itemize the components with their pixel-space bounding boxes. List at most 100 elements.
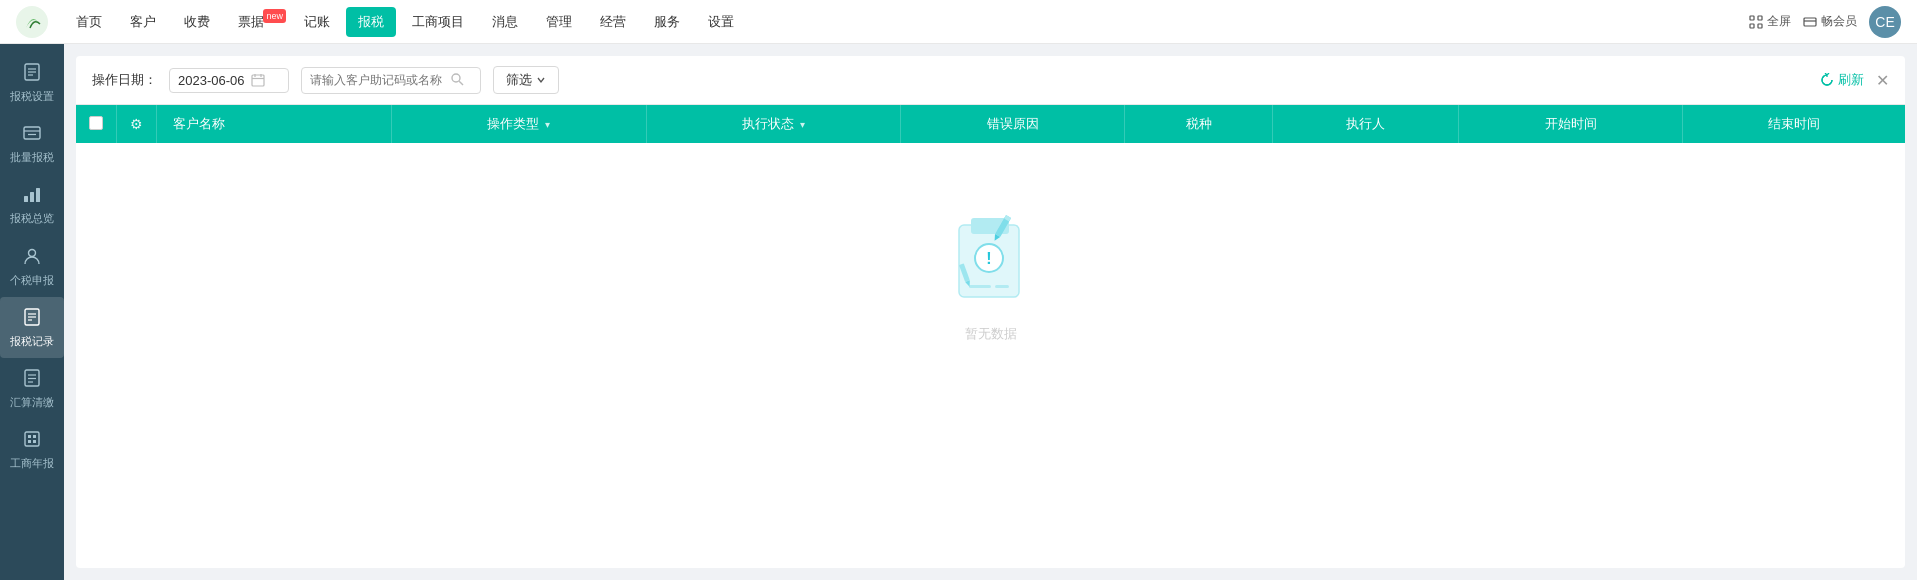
sidebar-item-annual-clear[interactable]: 汇算清缴 (0, 358, 64, 419)
th-client-name: 客户名称 (156, 105, 391, 143)
sidebar-item-personal-tax[interactable]: 个税申报 (0, 236, 64, 297)
nav-home[interactable]: 首页 (64, 7, 114, 37)
nav-settings[interactable]: 设置 (696, 7, 746, 37)
th-executor: 执行人 (1273, 105, 1459, 143)
svg-rect-11 (24, 127, 40, 139)
search-input[interactable] (310, 73, 450, 87)
chevron-down-icon (536, 75, 546, 85)
sidebar-label-tax-overview: 报税总览 (10, 212, 54, 225)
table-body: ! (76, 143, 1905, 383)
sort-icon-status[interactable]: ▾ (800, 119, 805, 130)
data-table: ⚙ 客户名称 操作类型 ▾ 执行状态 ▾ (76, 105, 1905, 383)
select-all-checkbox[interactable] (89, 116, 103, 130)
th-error-reason: 错误原因 (901, 105, 1125, 143)
svg-rect-3 (1750, 24, 1754, 28)
svg-rect-29 (28, 440, 31, 443)
svg-rect-42 (995, 285, 1009, 288)
sidebar-label-personal-tax: 个税申报 (10, 274, 54, 287)
content-area: 操作日期： 2023-06-06 (64, 44, 1917, 580)
svg-rect-16 (36, 188, 40, 202)
th-operation-type: 操作类型 ▾ (391, 105, 646, 143)
sidebar: 报税设置 批量报税 报税总览 (0, 44, 64, 580)
nav-invoice[interactable]: 票据 new (226, 7, 288, 37)
sidebar-item-annual-report[interactable]: 工商年报 (0, 419, 64, 480)
filter-bar-right: 刷新 ✕ (1820, 71, 1889, 90)
sidebar-item-tax-overview[interactable]: 报税总览 (0, 174, 64, 235)
tax-record-icon (22, 307, 42, 332)
top-nav-right: 全屏 畅会员 CE (1749, 6, 1901, 38)
nav-message[interactable]: 消息 (480, 7, 530, 37)
nav-client[interactable]: 客户 (118, 7, 168, 37)
sidebar-item-tax-record[interactable]: 报税记录 (0, 297, 64, 358)
svg-rect-15 (30, 192, 34, 202)
sidebar-item-batch-tax[interactable]: 批量报税 (0, 113, 64, 174)
filter-bar: 操作日期： 2023-06-06 (76, 56, 1905, 105)
member-icon (1803, 15, 1817, 29)
sidebar-label-tax-record: 报税记录 (10, 335, 54, 348)
sidebar-label-tax-settings: 报税设置 (10, 90, 54, 103)
empty-state: ! (76, 143, 1905, 383)
date-picker[interactable]: 2023-06-06 (169, 68, 289, 93)
svg-rect-1 (1750, 16, 1754, 20)
filter-dropdown-btn[interactable]: 筛选 (493, 66, 559, 94)
logo[interactable] (16, 6, 48, 38)
member-btn[interactable]: 畅会员 (1803, 13, 1857, 30)
th-start-time: 开始时间 (1459, 105, 1683, 143)
tax-overview-icon (22, 184, 42, 209)
date-label: 操作日期： (92, 71, 157, 89)
nav-service[interactable]: 服务 (642, 7, 692, 37)
tax-settings-icon (22, 62, 42, 87)
svg-rect-5 (1804, 18, 1816, 26)
table-wrap: ⚙ 客户名称 操作类型 ▾ 执行状态 ▾ (76, 105, 1905, 568)
personal-tax-icon (22, 246, 42, 271)
svg-text:!: ! (986, 250, 991, 267)
main-layout: 报税设置 批量报税 报税总览 (0, 44, 1917, 580)
close-btn[interactable]: ✕ (1876, 71, 1889, 90)
svg-rect-30 (33, 440, 36, 443)
nav-operation[interactable]: 经营 (588, 7, 638, 37)
svg-rect-26 (25, 432, 39, 446)
svg-point-0 (16, 6, 48, 38)
date-value: 2023-06-06 (178, 73, 245, 88)
sidebar-label-batch-tax: 批量报税 (10, 151, 54, 164)
svg-rect-28 (33, 435, 36, 438)
nav-items: 首页 客户 收费 票据 new 记账 报税 工商项目 消息 管理 经营 服务 设… (64, 7, 1749, 37)
sort-icon-operation[interactable]: ▾ (545, 119, 550, 130)
svg-rect-2 (1758, 16, 1762, 20)
fullscreen-btn[interactable]: 全屏 (1749, 13, 1791, 30)
refresh-btn[interactable]: 刷新 (1820, 71, 1864, 89)
nav-bookkeeping[interactable]: 记账 (292, 7, 342, 37)
nav-business[interactable]: 工商项目 (400, 7, 476, 37)
empty-text: 暂无数据 (965, 325, 1017, 343)
svg-line-36 (459, 81, 463, 85)
th-checkbox (76, 105, 116, 143)
refresh-icon (1820, 73, 1834, 87)
nav-manage[interactable]: 管理 (534, 7, 584, 37)
nav-tax[interactable]: 报税 (346, 7, 396, 37)
table-header: ⚙ 客户名称 操作类型 ▾ 执行状态 ▾ (76, 105, 1905, 143)
nav-charge[interactable]: 收费 (172, 7, 222, 37)
svg-rect-14 (24, 196, 28, 202)
sidebar-item-tax-settings[interactable]: 报税设置 (0, 52, 64, 113)
sidebar-label-annual-report: 工商年报 (10, 457, 54, 470)
svg-point-17 (29, 249, 36, 256)
search-wrap (301, 67, 481, 94)
svg-rect-31 (252, 75, 264, 86)
search-icon[interactable] (450, 72, 464, 89)
svg-point-35 (452, 74, 460, 82)
annual-clear-icon (22, 368, 42, 393)
th-tax-type: 税种 (1125, 105, 1273, 143)
avatar[interactable]: CE (1869, 6, 1901, 38)
th-settings: ⚙ (116, 105, 156, 143)
th-exec-status: 执行状态 ▾ (646, 105, 901, 143)
empty-illustration: ! (941, 203, 1041, 313)
svg-rect-41 (969, 285, 991, 288)
th-end-time: 结束时间 (1683, 105, 1905, 143)
settings-icon[interactable]: ⚙ (130, 116, 143, 132)
sidebar-label-annual-clear: 汇算清缴 (10, 396, 54, 409)
svg-rect-27 (28, 435, 31, 438)
annual-report-icon (22, 429, 42, 454)
calendar-icon (251, 73, 265, 87)
new-badge: new (263, 9, 286, 23)
batch-tax-icon (22, 123, 42, 148)
